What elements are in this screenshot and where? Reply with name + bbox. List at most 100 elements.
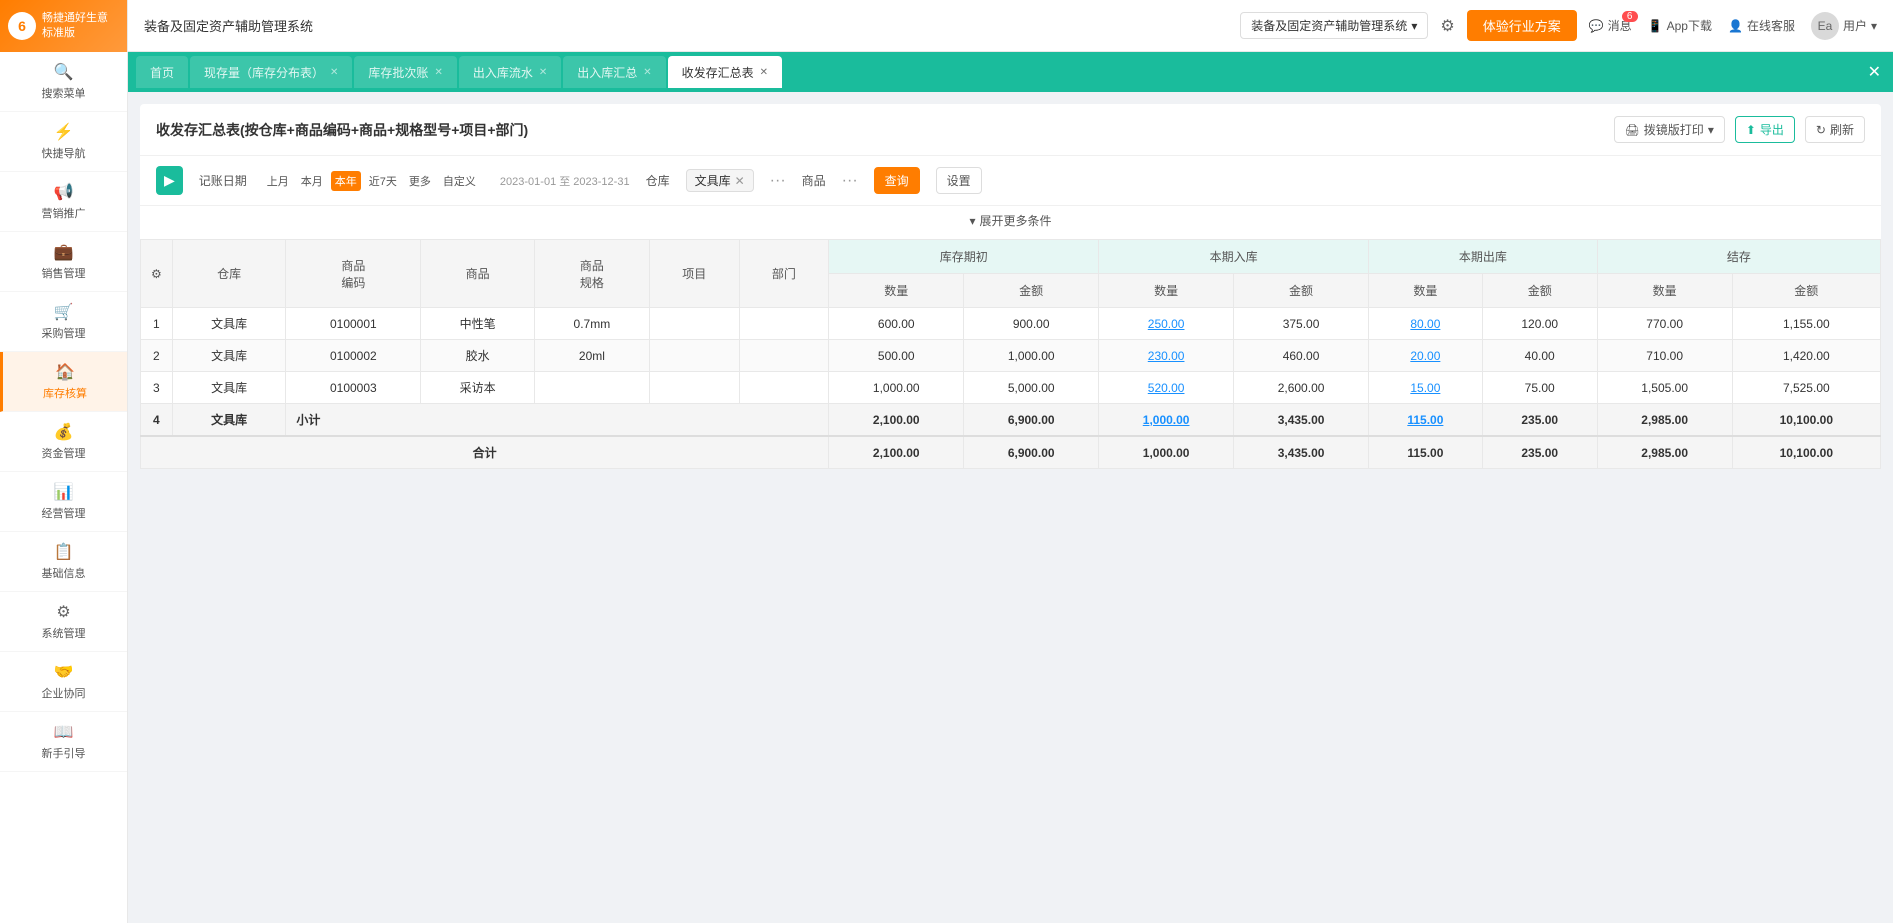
subtotal-out-amount: 235.00 [1482, 404, 1597, 437]
settings-btn[interactable]: 设置 [936, 167, 982, 194]
sidebar-item-marketing[interactable]: 📢营销推广 [0, 172, 127, 232]
td-code: 0100003 [286, 372, 421, 404]
sidebar-item-base[interactable]: 📋基础信息 [0, 532, 127, 592]
app-download-action[interactable]: 📱 App下载 [1648, 17, 1712, 34]
td-no: 1 [141, 308, 173, 340]
sidebar-item-finance[interactable]: 💰资金管理 [0, 412, 127, 472]
warehouse-dots[interactable]: ··· [770, 172, 786, 190]
tab-close-inout_summary[interactable]: ✕ [643, 67, 651, 78]
td-code: 0100001 [286, 308, 421, 340]
subtotal-opening-qty: 2,100.00 [829, 404, 964, 437]
sidebar-item-guide[interactable]: 📖新手引导 [0, 712, 127, 772]
sidebar-item-inventory[interactable]: 🏠库存核算 [0, 352, 127, 412]
enterprise-icon: 🤝 [54, 662, 74, 682]
subtotal-in-qty[interactable]: 1,000.00 [1099, 404, 1234, 437]
sidebar-item-search[interactable]: 🔍搜索菜单 [0, 52, 127, 112]
message-action[interactable]: 💬 消息 6 [1589, 17, 1632, 34]
td-in-qty[interactable]: 230.00 [1099, 340, 1234, 372]
warehouse-tag-remove[interactable]: ✕ [735, 174, 745, 188]
tab-label: 收发存汇总表 [682, 64, 754, 81]
filter-toggle-btn[interactable]: ▶ [156, 166, 183, 195]
td-closing-amount: 1,155.00 [1732, 308, 1880, 340]
td-no: 2 [141, 340, 173, 372]
sidebar-item-enterprise[interactable]: 🤝企业协同 [0, 652, 127, 712]
tab-inventory_dist[interactable]: 现存量（库存分布表） ✕ [190, 56, 352, 88]
online-service-action[interactable]: 👤 在线客服 [1728, 17, 1795, 34]
logo-icon: 6 [8, 12, 36, 40]
sidebar-item-purchase[interactable]: 🛒 采购管理 [0, 292, 127, 352]
td-in-qty[interactable]: 250.00 [1099, 308, 1234, 340]
sidebar-item-label: 经营管理 [42, 505, 86, 521]
td-spec: 20ml [534, 340, 649, 372]
export-button[interactable]: ⬆ 导出 [1735, 116, 1795, 143]
content-area: 收发存汇总表(按仓库+商品编码+商品+规格型号+项目+部门) 🖨 拨镜版打印 ▾… [128, 92, 1893, 923]
sidebar-item-label: 快捷导航 [42, 145, 86, 161]
guide-icon: 📖 [54, 722, 74, 742]
date-btn-本月[interactable]: 本月 [297, 171, 327, 191]
settings-icon[interactable]: ⚙ [1440, 16, 1454, 36]
date-range: 2023-01-01 至 2023-12-31 [500, 173, 630, 189]
td-opening-qty: 500.00 [829, 340, 964, 372]
quick-icon: ⚡ [54, 122, 74, 142]
date-btn-上月[interactable]: 上月 [263, 171, 293, 191]
sidebar-item-label: 销售管理 [42, 265, 86, 281]
td-out-qty[interactable]: 80.00 [1369, 308, 1483, 340]
sidebar-item-operations[interactable]: 📊经营管理 [0, 472, 127, 532]
th-settings[interactable]: ⚙ [141, 240, 173, 308]
date-btn-本年[interactable]: 本年 [331, 171, 361, 191]
system-dropdown[interactable]: 装备及固定资产辅助管理系统 ▾ [1240, 12, 1428, 39]
system-title: 装备及固定资产辅助管理系统 [144, 16, 1228, 35]
user-action[interactable]: Ea 用户 ▾ [1811, 12, 1877, 40]
td-out-qty[interactable]: 15.00 [1369, 372, 1483, 404]
sidebar-item-label: 系统管理 [42, 625, 86, 641]
expand-btn[interactable]: ▾ 展开更多条件 [969, 212, 1051, 229]
trial-button[interactable]: 体验行业方案 [1467, 10, 1577, 41]
tab-home[interactable]: 首页 [136, 56, 188, 88]
search-icon: 🔍 [54, 62, 74, 82]
tab-batch[interactable]: 库存批次账✕ [354, 56, 456, 88]
tab-inout_flow[interactable]: 出入库流水✕ [459, 56, 561, 88]
sales-icon: 💼 [54, 242, 74, 262]
th-name: 商品 [421, 240, 535, 308]
goods-label: 商品 [802, 172, 826, 189]
td-in-qty[interactable]: 520.00 [1099, 372, 1234, 404]
td-opening-amount: 1,000.00 [964, 340, 1099, 372]
tab-bar-close-all[interactable]: ✕ [1864, 58, 1885, 86]
td-in-amount: 2,600.00 [1234, 372, 1369, 404]
tab-close-batch[interactable]: ✕ [434, 67, 442, 78]
td-project [649, 308, 739, 340]
td-spec [534, 372, 649, 404]
sidebar-item-sales[interactable]: 💼 销售管理 [0, 232, 127, 292]
td-project [649, 340, 739, 372]
tab-recv_send[interactable]: 收发存汇总表 ✕ [668, 56, 782, 88]
goods-dots[interactable]: ··· [842, 172, 858, 190]
tab-close-recv_send[interactable]: ✕ [760, 67, 768, 78]
td-name: 采访本 [421, 372, 535, 404]
query-button[interactable]: 查询 [874, 167, 920, 194]
subtotal-label: 小计 [286, 404, 829, 437]
tab-close-inout_flow[interactable]: ✕ [539, 67, 547, 78]
total-row: 合计 2,100.00 6,900.00 1,000.00 3,435.00 1… [141, 436, 1881, 469]
tab-close-inventory_dist[interactable]: ✕ [330, 67, 338, 78]
tab-label: 现存量（库存分布表） [204, 64, 324, 81]
date-btn-更多[interactable]: 更多 [405, 171, 435, 191]
th-in-qty: 数量 [1099, 274, 1234, 308]
refresh-button[interactable]: ↻ 刷新 [1805, 116, 1865, 143]
td-no: 3 [141, 372, 173, 404]
date-btn-自定义[interactable]: 自定义 [439, 171, 480, 191]
purchase-icon: 🛒 [54, 302, 74, 322]
sidebar-item-quick[interactable]: ⚡ 快捷导航 [0, 112, 127, 172]
td-code: 0100002 [286, 340, 421, 372]
subtotal-out-qty[interactable]: 115.00 [1369, 404, 1483, 437]
td-out-qty[interactable]: 20.00 [1369, 340, 1483, 372]
sidebar-item-label: 采购管理 [42, 325, 86, 341]
date-btn-近7天[interactable]: 近7天 [365, 171, 401, 191]
warehouse-tag[interactable]: 文具库 ✕ [686, 169, 754, 192]
tab-label: 出入库汇总 [577, 64, 637, 81]
header-actions: 💬 消息 6 📱 App下载 👤 在线客服 Ea 用户 ▾ [1589, 12, 1877, 40]
sidebar-item-system[interactable]: ⚙系统管理 [0, 592, 127, 652]
tab-inout_summary[interactable]: 出入库汇总 ✕ [563, 56, 665, 88]
subtotal-no: 4 [141, 404, 173, 437]
print-button[interactable]: 🖨 拨镜版打印 ▾ [1614, 116, 1725, 143]
td-dept [739, 308, 829, 340]
